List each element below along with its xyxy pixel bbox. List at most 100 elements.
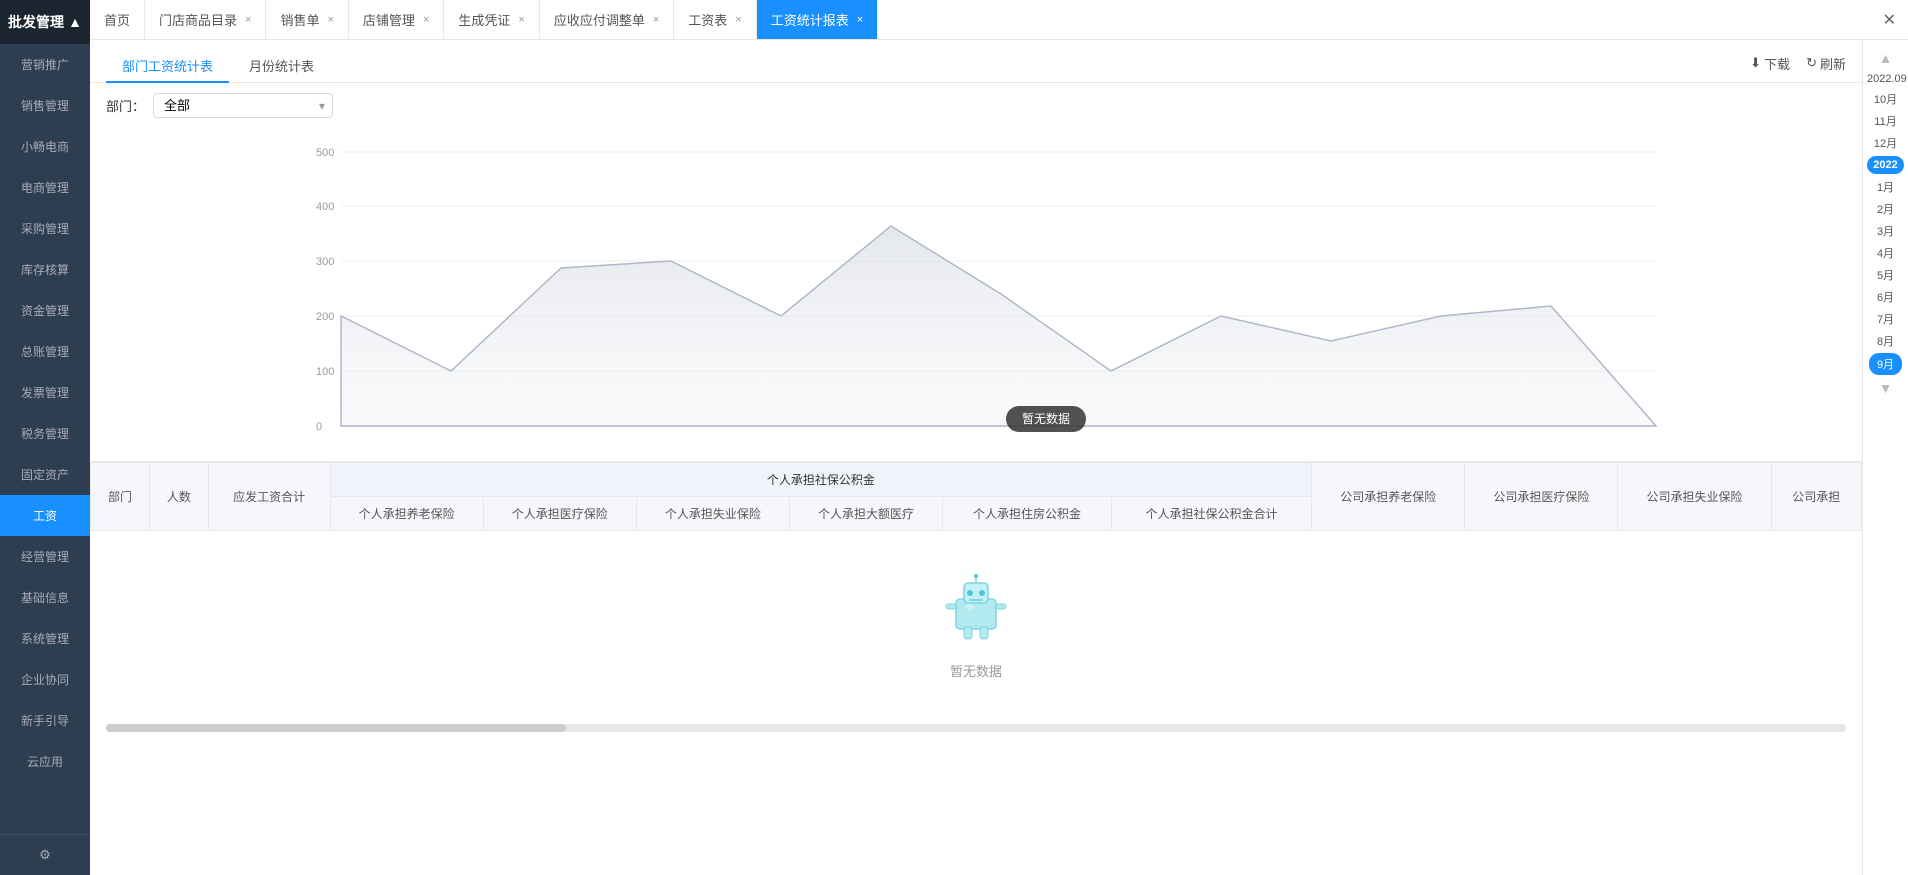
timeline-month-jun[interactable]: 6月 bbox=[1863, 286, 1908, 308]
sidebar-item-invoice[interactable]: 发票管理 bbox=[0, 372, 90, 413]
close-icon[interactable]: × bbox=[735, 14, 741, 26]
scroll-thumb[interactable] bbox=[106, 724, 566, 732]
sidebar-item-label: 工资 bbox=[33, 509, 57, 523]
tab-label: 销售单 bbox=[280, 10, 319, 29]
th-company-unemployment: 公司承担失业保险 bbox=[1618, 463, 1771, 531]
timeline-month-jan[interactable]: 1月 bbox=[1863, 176, 1908, 198]
sidebar-item-guide[interactable]: 新手引导 bbox=[0, 700, 90, 741]
sidebar-item-payroll[interactable]: 工资 bbox=[0, 495, 90, 536]
sub-tab-month[interactable]: 月份统计表 bbox=[233, 50, 330, 83]
svg-text:200: 200 bbox=[316, 311, 334, 323]
sidebar-item-ledger[interactable]: 总账管理 bbox=[0, 331, 90, 372]
svg-text:暂无数据: 暂无数据 bbox=[1022, 411, 1070, 426]
timeline-month-jul[interactable]: 7月 bbox=[1863, 308, 1908, 330]
tab-store-mgmt[interactable]: 店铺管理 × bbox=[349, 0, 444, 40]
sidebar-header[interactable]: 批发管理 ▲ bbox=[0, 0, 90, 44]
sidebar: 批发管理 ▲ 营销推广 销售管理 小畅电商 电商管理 采购管理 库存核算 资金管… bbox=[0, 0, 90, 875]
sidebar-item-assets[interactable]: 固定资产 bbox=[0, 454, 90, 495]
th-personal-pension: 个人承担养老保险 bbox=[330, 497, 483, 531]
tab-home[interactable]: 首页 bbox=[90, 0, 145, 40]
sidebar-item-inventory[interactable]: 库存核算 bbox=[0, 249, 90, 290]
th-total-wage: 应发工资合计 bbox=[208, 463, 330, 531]
timeline-month-may[interactable]: 5月 bbox=[1863, 264, 1908, 286]
sub-tab-label: 部门工资统计表 bbox=[122, 59, 213, 74]
sidebar-item-operations[interactable]: 经营管理 bbox=[0, 536, 90, 577]
close-icon[interactable]: × bbox=[857, 14, 863, 26]
toolbar-left: 部门： 全部 bbox=[106, 93, 333, 118]
timeline-month-aug[interactable]: 8月 bbox=[1863, 330, 1908, 352]
sidebar-item-label: 营销推广 bbox=[21, 58, 69, 72]
main-area: 首页 门店商品目录 × 销售单 × 店铺管理 × 生成凭证 × 应收应付调整单 … bbox=[90, 0, 1908, 875]
sidebar-item-label: 企业协同 bbox=[21, 673, 69, 687]
sidebar-item-tax[interactable]: 税务管理 bbox=[0, 413, 90, 454]
sidebar-item-sales[interactable]: 销售管理 bbox=[0, 85, 90, 126]
download-button[interactable]: ⬇ 下载 bbox=[1750, 54, 1790, 73]
download-label: 下载 bbox=[1764, 54, 1790, 73]
refresh-label: 刷新 bbox=[1820, 54, 1846, 73]
tab-receivable[interactable]: 应收应付调整单 × bbox=[540, 0, 674, 40]
tab-label: 应收应付调整单 bbox=[554, 10, 645, 29]
sub-tab-label: 月份统计表 bbox=[249, 59, 314, 74]
sidebar-item-basic-info[interactable]: 基础信息 bbox=[0, 577, 90, 618]
sidebar-item-label: 系统管理 bbox=[21, 632, 69, 646]
dept-select-wrapper: 全部 bbox=[153, 93, 333, 118]
timeline-panel: ▲ 2022.09 10月 11月 12月 2022 1月 2月 3月 bbox=[1862, 40, 1908, 875]
close-icon[interactable]: × bbox=[423, 14, 429, 26]
sidebar-item-label: 经营管理 bbox=[21, 550, 69, 564]
dept-select[interactable]: 全部 bbox=[153, 93, 333, 118]
sidebar-item-label: 发票管理 bbox=[21, 386, 69, 400]
close-all-icon[interactable]: ✕ bbox=[1883, 10, 1896, 30]
sidebar-item-cloud[interactable]: 云应用 bbox=[0, 741, 90, 782]
data-table-wrapper: 部门 人数 应发工资合计 个人承担社保公积金 公司承担养老保险 公司承担医疗保险… bbox=[90, 461, 1862, 531]
timeline-month-oct[interactable]: 10月 bbox=[1863, 88, 1908, 110]
sidebar-item-collaboration[interactable]: 企业协同 bbox=[0, 659, 90, 700]
horizontal-scrollbar[interactable] bbox=[106, 724, 1846, 732]
tab-label: 门店商品目录 bbox=[159, 10, 237, 29]
sidebar-item-system[interactable]: 系统管理 bbox=[0, 618, 90, 659]
timeline-prev-arrow[interactable]: ▲ bbox=[1879, 46, 1893, 70]
th-personal-insurance-group: 个人承担社保公积金 bbox=[330, 463, 1312, 497]
close-icon[interactable]: × bbox=[518, 14, 524, 26]
timeline-month-nov[interactable]: 11月 bbox=[1863, 110, 1908, 132]
content-area: 部门工资统计表 月份统计表 ⬇ 下载 ↻ 刷新 bbox=[90, 40, 1908, 875]
sidebar-item-ecommerce-small[interactable]: 小畅电商 bbox=[0, 126, 90, 167]
tab-label: 工资表 bbox=[688, 10, 727, 29]
empty-robot-icon bbox=[936, 571, 1016, 651]
timeline-month-dec[interactable]: 12月 bbox=[1863, 132, 1908, 154]
timeline-year-2022[interactable]: 2022 bbox=[1867, 156, 1904, 174]
th-company-pension: 公司承担养老保险 bbox=[1312, 463, 1465, 531]
tab-store-catalog[interactable]: 门店商品目录 × bbox=[145, 0, 266, 40]
sidebar-item-ecommerce[interactable]: 电商管理 bbox=[0, 167, 90, 208]
sidebar-item-label: 资金管理 bbox=[21, 304, 69, 318]
th-company-medical: 公司承担医疗保险 bbox=[1465, 463, 1618, 531]
timeline-year-label[interactable]: 2022.09 bbox=[1863, 70, 1908, 88]
sidebar-item-purchase[interactable]: 采购管理 bbox=[0, 208, 90, 249]
svg-text:100: 100 bbox=[316, 366, 334, 378]
sidebar-settings[interactable]: ⚙ bbox=[0, 834, 90, 875]
close-icon[interactable]: × bbox=[653, 14, 659, 26]
gear-icon: ⚙ bbox=[39, 847, 51, 862]
tab-payroll[interactable]: 工资表 × bbox=[674, 0, 756, 40]
sidebar-toggle-icon: ▲ bbox=[68, 14, 82, 30]
refresh-button[interactable]: ↻ 刷新 bbox=[1806, 54, 1846, 73]
sidebar-item-finance[interactable]: 资金管理 bbox=[0, 290, 90, 331]
svg-text:300: 300 bbox=[316, 256, 334, 268]
tab-payroll-report[interactable]: 工资统计报表 × bbox=[757, 0, 878, 40]
timeline-month-apr[interactable]: 4月 bbox=[1863, 242, 1908, 264]
sidebar-title: 批发管理 bbox=[8, 12, 64, 32]
th-personal-housing-fund: 个人承担住房公积金 bbox=[943, 497, 1112, 531]
timeline-month-feb[interactable]: 2月 bbox=[1863, 198, 1908, 220]
timeline-month-sep[interactable]: 9月 bbox=[1869, 353, 1902, 375]
th-company-other: 公司承担 bbox=[1771, 463, 1861, 531]
timeline-next-arrow[interactable]: ▼ bbox=[1879, 376, 1893, 400]
sidebar-item-marketing[interactable]: 营销推广 bbox=[0, 44, 90, 85]
tab-label: 店铺管理 bbox=[363, 10, 415, 29]
sidebar-item-label: 税务管理 bbox=[21, 427, 69, 441]
empty-state: 暂无数据 bbox=[90, 531, 1862, 720]
timeline-month-mar[interactable]: 3月 bbox=[1863, 220, 1908, 242]
tab-voucher[interactable]: 生成凭证 × bbox=[444, 0, 539, 40]
tab-sales-order[interactable]: 销售单 × bbox=[266, 0, 348, 40]
sub-tab-dept[interactable]: 部门工资统计表 bbox=[106, 50, 229, 83]
close-icon[interactable]: × bbox=[327, 14, 333, 26]
close-icon[interactable]: × bbox=[245, 14, 251, 26]
